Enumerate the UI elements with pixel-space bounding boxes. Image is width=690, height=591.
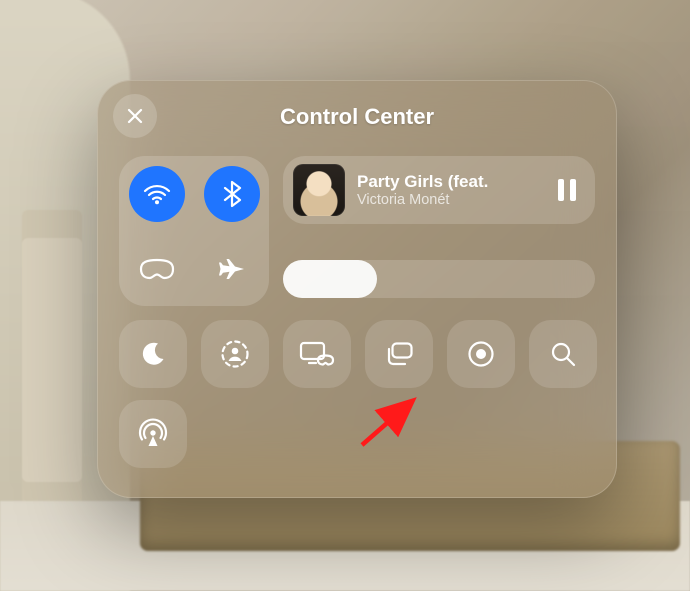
now-playing-text: Party Girls (feat. Victoria Monét bbox=[357, 172, 541, 209]
track-title: Party Girls (feat. bbox=[357, 172, 541, 192]
bluetooth-icon bbox=[220, 179, 244, 209]
focus-tile[interactable] bbox=[119, 320, 187, 388]
airplane-mode-toggle[interactable] bbox=[204, 241, 260, 297]
search-tile[interactable] bbox=[529, 320, 597, 388]
pause-icon bbox=[558, 179, 564, 201]
connectivity-module bbox=[119, 156, 269, 306]
record-icon bbox=[465, 338, 497, 370]
vision-pro-icon bbox=[137, 256, 177, 282]
screen-recording-tile[interactable] bbox=[447, 320, 515, 388]
immersive-toggle[interactable] bbox=[129, 241, 185, 297]
airdrop-tile[interactable] bbox=[119, 400, 187, 468]
search-icon bbox=[548, 339, 578, 369]
airplane-icon bbox=[217, 254, 247, 284]
guest-user-icon bbox=[219, 338, 251, 370]
wifi-toggle[interactable] bbox=[129, 166, 185, 222]
panel-title: Control Center bbox=[119, 104, 595, 130]
screen-mirroring-tile[interactable] bbox=[365, 320, 433, 388]
volume-slider-fill bbox=[283, 260, 377, 298]
wifi-icon bbox=[142, 179, 172, 209]
pause-button[interactable] bbox=[553, 176, 581, 204]
control-center-panel: Control Center bbox=[97, 80, 617, 498]
guest-user-tile[interactable] bbox=[201, 320, 269, 388]
now-playing-module[interactable]: Party Girls (feat. Victoria Monét bbox=[283, 156, 595, 224]
screen-mirroring-icon bbox=[382, 339, 416, 369]
track-artist: Victoria Monét bbox=[357, 192, 541, 209]
mac-virtual-display-icon bbox=[298, 339, 336, 369]
mac-virtual-display-tile[interactable] bbox=[283, 320, 351, 388]
moon-icon bbox=[138, 339, 168, 369]
pause-icon bbox=[570, 179, 576, 201]
airdrop-icon bbox=[136, 417, 170, 451]
volume-slider[interactable] bbox=[283, 260, 595, 298]
background-shelf bbox=[22, 210, 82, 510]
controls-row-2 bbox=[119, 400, 595, 468]
bluetooth-toggle[interactable] bbox=[204, 166, 260, 222]
album-art bbox=[293, 164, 345, 216]
controls-row-1 bbox=[119, 320, 595, 388]
